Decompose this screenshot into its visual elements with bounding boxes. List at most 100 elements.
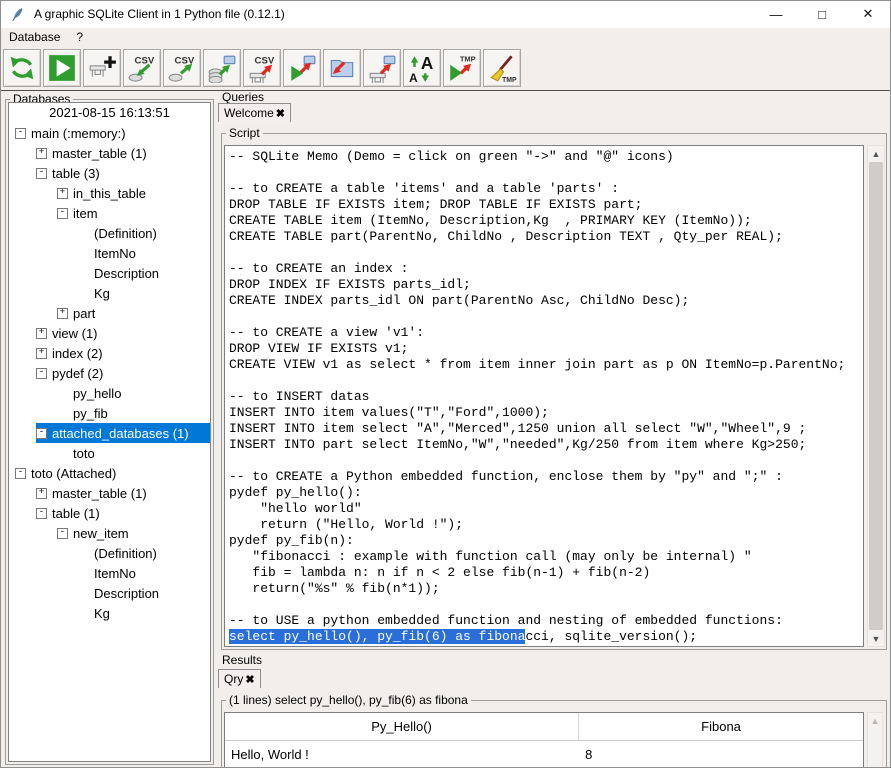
python-feather-icon xyxy=(10,7,25,22)
open-db-button[interactable] xyxy=(323,49,361,87)
collapse-icon[interactable]: - xyxy=(36,368,47,379)
sql-script-editor[interactable]: -- SQLite Memo (Demo = click on green "-… xyxy=(224,145,864,647)
minimize-button[interactable]: — xyxy=(753,0,799,28)
results-scrollbar[interactable]: ▲ xyxy=(867,712,883,767)
tree-item-main-memory[interactable]: -main (:memory:) xyxy=(9,123,210,143)
expand-icon[interactable]: + xyxy=(36,488,47,499)
tab-welcome[interactable]: Welcome ✖ xyxy=(218,103,291,122)
tab-qry[interactable]: Qry ✖ xyxy=(218,669,261,688)
tree-item-toto[interactable]: toto xyxy=(9,443,210,463)
tree-item-label: attached_databases (1) xyxy=(52,426,189,441)
maximize-button[interactable]: □ xyxy=(799,0,845,28)
new-table-button[interactable] xyxy=(83,49,121,87)
font-button[interactable]: AA xyxy=(403,49,441,87)
tree-item-table-3[interactable]: -table (3) xyxy=(9,163,210,183)
tree-item-toto-attached[interactable]: -toto (Attached) xyxy=(9,463,210,483)
scroll-up-icon[interactable]: ▲ xyxy=(868,146,884,161)
tree-item-pydef-2[interactable]: -pydef (2) xyxy=(9,363,210,383)
script-group-label: Script xyxy=(226,126,263,140)
tree-item-py-fib[interactable]: py_fib xyxy=(9,403,210,423)
csv-export-button[interactable]: CSV xyxy=(163,49,201,87)
run-tmp-icon: TMP xyxy=(447,53,477,83)
collapse-icon[interactable]: - xyxy=(36,168,47,179)
new-table-icon xyxy=(87,53,117,83)
tree-item-label: table (1) xyxy=(52,506,100,521)
tree-item-item[interactable]: -item xyxy=(9,203,210,223)
collapse-icon[interactable]: - xyxy=(57,528,68,539)
menu-database[interactable]: Database xyxy=(1,29,68,45)
table-to-file-button[interactable] xyxy=(363,49,401,87)
refresh-icon xyxy=(7,53,37,83)
tree-item-description[interactable]: Description xyxy=(9,583,210,603)
collapse-icon[interactable]: - xyxy=(36,508,47,519)
expand-icon[interactable]: + xyxy=(36,148,47,159)
clean-tmp-button[interactable]: TMP xyxy=(483,49,521,87)
tree-item-content: (Definition) xyxy=(78,223,210,243)
table-row[interactable]: Hello, World !8 xyxy=(225,741,863,767)
tree-item-content: -toto (Attached) xyxy=(15,463,210,483)
scroll-down-icon[interactable]: ▼ xyxy=(868,631,884,646)
expand-icon[interactable]: + xyxy=(36,328,47,339)
tree-item-label: py_fib xyxy=(73,406,108,421)
csv-import-button[interactable]: CSV xyxy=(123,49,161,87)
collapse-icon[interactable]: - xyxy=(15,468,26,479)
run-tmp-button[interactable]: TMP xyxy=(443,49,481,87)
tree-rows: -main (:memory:)+master_table (1)-table … xyxy=(9,123,210,623)
tree-item-in-this-table[interactable]: +in_this_table xyxy=(9,183,210,203)
tree-item-itemno[interactable]: ItemNo xyxy=(9,563,210,583)
tree-item-content: ItemNo xyxy=(78,563,210,583)
tree-item-master-table-1[interactable]: + master_table (1) xyxy=(9,143,210,163)
results-table-header: Py_Hello()Fibona xyxy=(225,713,863,741)
refresh-button[interactable] xyxy=(3,49,41,87)
tree-item-view-1[interactable]: +view (1) xyxy=(9,323,210,343)
tree-item-master-table-1[interactable]: +master_table (1) xyxy=(9,483,210,503)
menu-help[interactable]: ? xyxy=(68,29,91,45)
expand-icon[interactable]: + xyxy=(36,348,47,359)
run-button[interactable] xyxy=(43,49,81,87)
tab-qry-label: Qry xyxy=(224,672,243,686)
collapse-icon[interactable]: - xyxy=(15,128,26,139)
collapse-icon[interactable]: - xyxy=(36,428,47,439)
tree-item-py-hello[interactable]: py_hello xyxy=(9,383,210,403)
expand-icon[interactable]: + xyxy=(57,308,68,319)
tree-item-label: table (3) xyxy=(52,166,100,181)
tree-item-table-1[interactable]: -table (1) xyxy=(9,503,210,523)
tree-item-content: Description xyxy=(78,583,210,603)
tree-item-itemno[interactable]: ItemNo xyxy=(9,243,210,263)
db-export-button[interactable] xyxy=(203,49,241,87)
tree-item-definition[interactable]: (Definition) xyxy=(9,223,210,243)
tree-item-kg[interactable]: Kg xyxy=(9,283,210,303)
close-button[interactable]: ✕ xyxy=(845,0,891,28)
tree-item-content: -table (1) xyxy=(36,503,210,523)
tree-item-part[interactable]: +part xyxy=(9,303,210,323)
script-group: Script -- SQLite Memo (Demo = click on g… xyxy=(221,133,887,650)
tree-item-kg[interactable]: Kg xyxy=(9,603,210,623)
tree-item-label: pydef (2) xyxy=(52,366,103,381)
tree-item-definition[interactable]: (Definition) xyxy=(9,543,210,563)
tree-item-description[interactable]: Description xyxy=(9,263,210,283)
run-to-file-button[interactable] xyxy=(283,49,321,87)
tree-item-content: -table (3) xyxy=(36,163,210,183)
tree-item-label: ItemNo xyxy=(94,566,136,581)
tree-item-attached-databases-1[interactable]: -attached_databases (1) xyxy=(9,423,210,443)
tree-item-content: Kg xyxy=(78,283,210,303)
results-table-body: Hello, World !8 xyxy=(225,741,863,767)
results-caption: Results xyxy=(222,653,262,667)
expand-icon[interactable]: + xyxy=(57,188,68,199)
table-cell: 8 xyxy=(579,741,863,767)
tree-item-label: master_table (1) xyxy=(52,146,147,161)
script-scrollbar-thumb[interactable] xyxy=(869,162,883,630)
tree-item-label: ItemNo xyxy=(94,246,136,261)
tab-welcome-close-icon[interactable]: ✖ xyxy=(276,107,285,120)
column-header-py-hello[interactable]: Py_Hello() xyxy=(225,713,579,740)
script-scrollbar[interactable]: ▲ ▼ xyxy=(867,145,885,647)
tree-item-content: +view (1) xyxy=(36,323,210,343)
database-tree[interactable]: 2021-08-15 16:13:51 -main (:memory:)+mas… xyxy=(8,102,211,762)
column-header-fibona[interactable]: Fibona xyxy=(579,713,863,740)
collapse-icon[interactable]: - xyxy=(57,208,68,219)
tab-qry-close-icon[interactable]: ✖ xyxy=(245,673,254,686)
tree-item-new-item[interactable]: -new_item xyxy=(9,523,210,543)
open-db-icon xyxy=(327,53,357,83)
tree-item-index-2[interactable]: +index (2) xyxy=(9,343,210,363)
csv-table-export-button[interactable]: CSV xyxy=(243,49,281,87)
